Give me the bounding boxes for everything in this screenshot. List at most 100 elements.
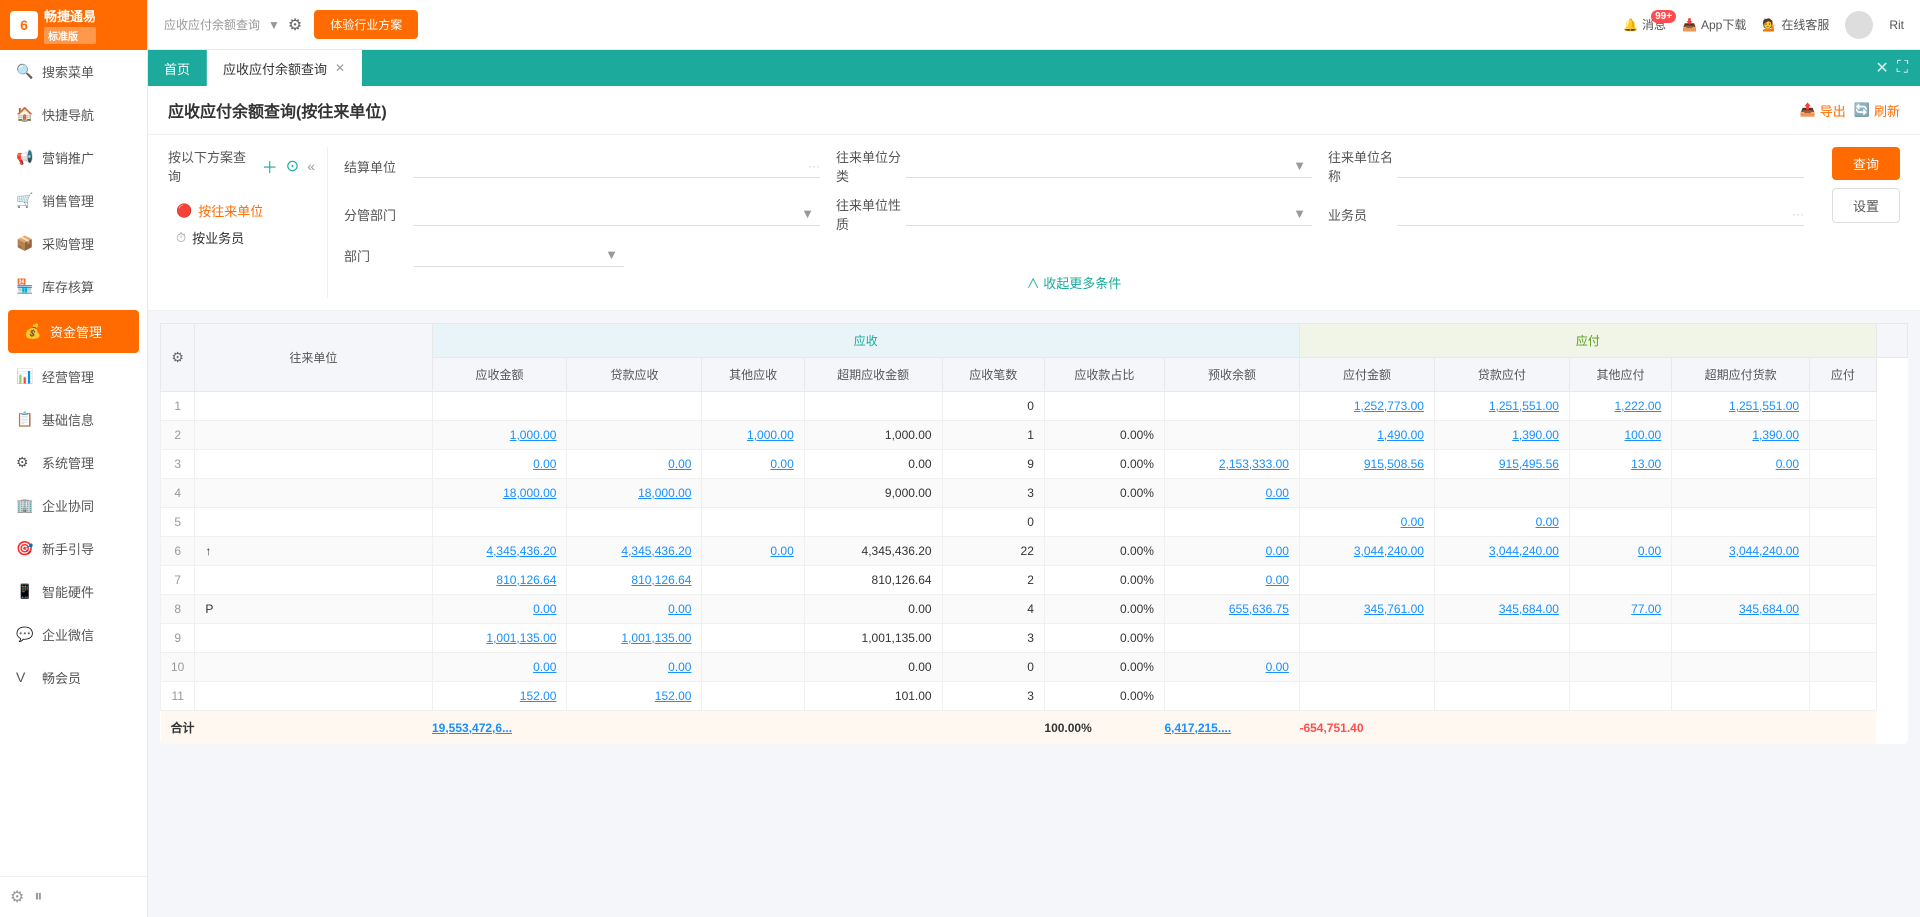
table-cell[interactable] [702, 624, 804, 653]
table-cell[interactable]: 0.00 [1164, 653, 1299, 682]
table-cell[interactable]: 0.00 [567, 653, 702, 682]
settings-button[interactable]: 设置 [1832, 188, 1900, 223]
table-cell[interactable] [567, 508, 702, 537]
username[interactable]: Rit [1889, 18, 1904, 32]
app-download-button[interactable]: 📥 App下载 [1682, 16, 1746, 33]
table-cell[interactable]: 100.00 [1569, 421, 1671, 450]
table-cell[interactable] [702, 595, 804, 624]
unit-nature-select[interactable]: ▼ [906, 202, 1312, 226]
export-button[interactable]: 📤 导出 [1800, 101, 1846, 120]
table-cell[interactable]: 655,636.75 [1164, 595, 1299, 624]
sidebar-item-marketing[interactable]: 📢 营销推广 [0, 136, 147, 179]
table-cell[interactable]: 1,251,551.00 [1672, 392, 1810, 421]
table-cell[interactable] [702, 479, 804, 508]
table-cell[interactable] [702, 566, 804, 595]
table-cell[interactable]: 152.00 [567, 682, 702, 711]
table-cell[interactable]: 4,345,436.20 [567, 537, 702, 566]
table-cell[interactable] [1672, 624, 1810, 653]
sidebar-item-basic[interactable]: 📋 基础信息 [0, 398, 147, 441]
table-cell[interactable] [1569, 479, 1671, 508]
table-cell[interactable] [1164, 624, 1299, 653]
table-cell[interactable] [1164, 508, 1299, 537]
table-cell[interactable]: 1,000.00 [432, 421, 567, 450]
sidebar-item-guide[interactable]: 🎯 新手引导 [0, 527, 147, 570]
table-cell[interactable]: 1,000.00 [702, 421, 804, 450]
table-cell[interactable] [1569, 682, 1671, 711]
table-cell[interactable]: 0.00 [1164, 537, 1299, 566]
table-cell[interactable]: 0.00 [1164, 566, 1299, 595]
table-cell[interactable] [567, 392, 702, 421]
header-gear-icon[interactable]: ⚙ [288, 15, 302, 35]
sidebar-item-search[interactable]: 🔍 搜索菜单 [0, 50, 147, 93]
table-cell[interactable] [1672, 479, 1810, 508]
table-cell[interactable]: 3,044,240.00 [1672, 537, 1810, 566]
footer-ar-prepay[interactable]: 6,417,215.... [1164, 711, 1299, 745]
table-cell[interactable] [1164, 421, 1299, 450]
sidebar-item-system[interactable]: ⚙ 系统管理 [0, 441, 147, 484]
table-cell[interactable]: 0.00 [432, 450, 567, 479]
avatar[interactable] [1845, 11, 1873, 39]
sidebar-item-purchase[interactable]: 📦 采购管理 [0, 222, 147, 265]
table-cell[interactable]: 152.00 [432, 682, 567, 711]
collapse-sidebar-icon[interactable]: ⏸ [34, 888, 42, 906]
table-cell[interactable] [702, 653, 804, 682]
table-cell[interactable] [702, 508, 804, 537]
table-cell[interactable] [1672, 682, 1810, 711]
salesman-input[interactable] [1398, 202, 1788, 225]
filter-add-button[interactable]: ＋ [262, 154, 278, 178]
table-cell[interactable] [567, 421, 702, 450]
table-cell[interactable] [1164, 682, 1299, 711]
table-cell[interactable] [1434, 566, 1569, 595]
unit-name-input[interactable] [1398, 154, 1804, 178]
sidebar-item-hardware[interactable]: 📱 智能硬件 [0, 570, 147, 613]
table-cell[interactable]: 0.00 [1434, 508, 1569, 537]
table-cell[interactable]: 1,490.00 [1299, 421, 1434, 450]
settle-unit-dots[interactable]: ··· [808, 159, 820, 173]
table-cell[interactable]: 0.00 [1164, 479, 1299, 508]
table-cell[interactable] [702, 392, 804, 421]
table-cell[interactable] [1569, 653, 1671, 682]
sidebar-item-enterprise[interactable]: 🏢 企业协同 [0, 484, 147, 527]
table-cell[interactable] [702, 682, 804, 711]
table-cell[interactable] [1569, 624, 1671, 653]
table-cell[interactable]: 13.00 [1569, 450, 1671, 479]
table-cell[interactable]: 915,508.56 [1299, 450, 1434, 479]
collapse-more-button[interactable]: ∧ 收起更多条件 [344, 267, 1804, 298]
table-cell[interactable] [1672, 566, 1810, 595]
filter-collapse-icon[interactable]: « [307, 158, 315, 174]
dept-select[interactable]: ▼ [414, 202, 820, 226]
table-cell[interactable] [1299, 682, 1434, 711]
table-cell[interactable] [1164, 392, 1299, 421]
sidebar-item-wechat[interactable]: 💬 企业微信 [0, 613, 147, 656]
table-cell[interactable] [432, 392, 567, 421]
table-cell[interactable] [1299, 566, 1434, 595]
scheme-by-unit[interactable]: 🔴 按往来单位 [168, 197, 315, 224]
table-cell[interactable] [1434, 653, 1569, 682]
table-cell[interactable]: 1,251,551.00 [1434, 392, 1569, 421]
table-cell[interactable]: 0.00 [702, 537, 804, 566]
query-button[interactable]: 查询 [1832, 147, 1900, 180]
tab-ar-ap[interactable]: 应收应付余额查询 ✕ [207, 50, 362, 86]
scheme-by-salesman[interactable]: ⏱ 按业务员 [168, 224, 315, 251]
dropdown-arrow-icon[interactable]: ▼ [268, 18, 280, 32]
settings-icon[interactable]: ⚙ [10, 887, 24, 907]
table-cell[interactable]: 345,684.00 [1672, 595, 1810, 624]
table-cell[interactable] [1299, 624, 1434, 653]
tab-maximize-icon[interactable]: ⛶ [1897, 59, 1908, 77]
table-cell[interactable]: 1,390.00 [1434, 421, 1569, 450]
salesman-dots[interactable]: ··· [1792, 207, 1804, 221]
table-cell[interactable] [432, 508, 567, 537]
table-cell[interactable] [1569, 566, 1671, 595]
table-cell[interactable]: 810,126.64 [567, 566, 702, 595]
settle-unit-input[interactable] [414, 154, 804, 177]
solution-button[interactable]: 体验行业方案 [314, 10, 418, 39]
unit-category-select[interactable]: ▼ [906, 154, 1312, 178]
table-cell[interactable]: 0.00 [432, 595, 567, 624]
table-cell[interactable]: 18,000.00 [432, 479, 567, 508]
table-settings-icon[interactable]: ⚙ [171, 349, 184, 365]
table-cell[interactable]: 4,345,436.20 [432, 537, 567, 566]
table-cell[interactable] [1434, 479, 1569, 508]
table-cell[interactable]: 0.00 [1299, 508, 1434, 537]
table-cell[interactable]: 0.00 [567, 595, 702, 624]
table-cell[interactable]: 345,684.00 [1434, 595, 1569, 624]
